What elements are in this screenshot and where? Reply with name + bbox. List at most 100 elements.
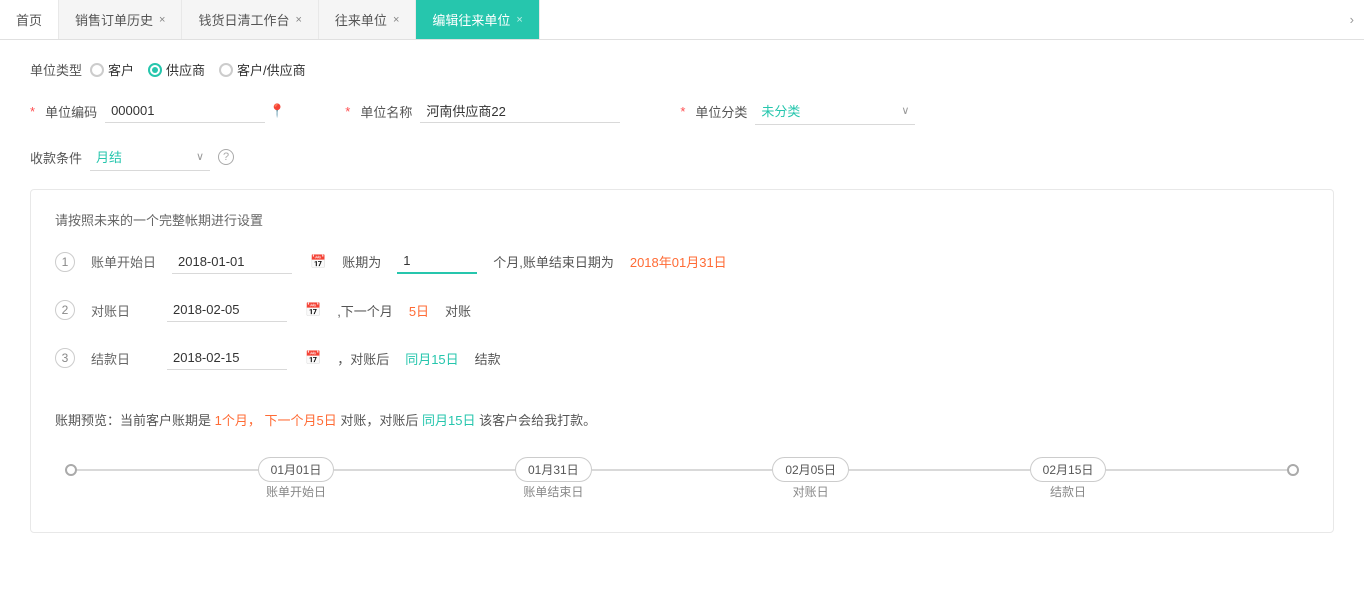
row2-before: ,下一个月 [337, 301, 393, 320]
period-input[interactable] [397, 249, 477, 274]
setting-row-1: 1 账单开始日 📅 账期为 个月,账单结束日期为 2018年01月31日 [55, 249, 1309, 274]
row3-before: ，对账后 [337, 349, 389, 368]
timeline-node-3: 02月05日 对账日 [772, 457, 849, 482]
radio-customer[interactable]: 客户 [90, 60, 134, 79]
tab-cash-workbench-label: 钱货日清工作台 [198, 10, 289, 29]
timeline-label-1: 账单开始日 [266, 483, 326, 500]
preview-label: 账期预览：当前客户账期是 [55, 413, 211, 428]
setting-row-2: 2 对账日 📅 ,下一个月 5日 对账 [55, 298, 1309, 322]
unit-type-group: 单位类型 客户 供应商 客户/供应商 [30, 60, 306, 79]
row2-after: 对账 [445, 301, 471, 320]
tl-line-1 [77, 469, 258, 471]
preview-section: 账期预览：当前客户账期是 1个月， 下一个月5日 对账，对账后 同月15日 该客… [55, 394, 1309, 512]
unit-name-input[interactable] [420, 99, 620, 123]
tab-home[interactable]: 首页 [0, 0, 59, 39]
period-suffix: 个月,账单结束日期为 [493, 252, 614, 271]
tab-sales-history[interactable]: 销售订单历史 × [59, 0, 182, 39]
timeline-label-4: 结款日 [1050, 483, 1086, 500]
unit-category-select[interactable]: 未分类 ∨ [755, 97, 915, 125]
date-input-1[interactable] [172, 250, 292, 274]
row3-after: 结款 [475, 349, 501, 368]
preview-reconcile: 下一个月5日 [265, 413, 337, 428]
tab-cash-workbench[interactable]: 钱货日清工作台 × [182, 0, 318, 39]
setting-label-2: 对账日 [91, 301, 151, 320]
setting-row-3: 3 结款日 📅 ，对账后 同月15日 结款 [55, 346, 1309, 370]
tl-line-4 [849, 469, 1030, 471]
payment-terms-help[interactable]: ? [218, 149, 234, 165]
timeline-dot-start [65, 464, 77, 476]
tab-cash-workbench-close[interactable]: × [295, 14, 301, 26]
tl-line-3 [592, 469, 773, 471]
preview-mid: 对账，对账后 [340, 413, 418, 428]
unit-name-group: * 单位名称 [345, 99, 620, 123]
timeline-label-3: 对账日 [793, 483, 829, 500]
unit-code-input[interactable] [105, 99, 265, 123]
row3-middle: 同月15日 [405, 349, 458, 368]
timeline-dot-end [1287, 464, 1299, 476]
radio-supplier[interactable]: 供应商 [148, 60, 205, 79]
tl-line-5 [1106, 469, 1287, 471]
settings-title: 请按照未来的一个完整帐期进行设置 [55, 210, 1309, 229]
timeline-node-2: 01月31日 账单结束日 [515, 457, 592, 482]
tl-line-2 [334, 469, 515, 471]
period-end-date: 2018年01月31日 [630, 252, 727, 271]
period-label: 账期为 [342, 252, 381, 271]
tab-edit-partner-label: 编辑往来单位 [432, 10, 510, 29]
tab-edit-partner[interactable]: 编辑往来单位 × [416, 0, 539, 39]
unit-category-arrow: ∨ [901, 104, 909, 117]
tab-home-label: 首页 [16, 10, 42, 29]
tab-sales-history-close[interactable]: × [159, 14, 165, 26]
unit-code-star: * [30, 104, 35, 119]
payment-terms-label: 收款条件 [30, 148, 82, 167]
radio-both[interactable]: 客户/供应商 [219, 60, 306, 79]
unit-code-icon[interactable]: 📍 [269, 103, 285, 119]
cal-icon-1[interactable]: 📅 [310, 254, 326, 270]
unit-code-group: * 单位编码 📍 [30, 99, 285, 123]
date-input-3[interactable] [167, 346, 287, 370]
payment-terms-arrow: ∨ [196, 150, 204, 163]
main-content: 单位类型 客户 供应商 客户/供应商 * 单位编码 [0, 40, 1364, 608]
setting-label-3: 结款日 [91, 349, 151, 368]
preview-text: 账期预览：当前客户账期是 1个月， 下一个月5日 对账，对账后 同月15日 该客… [55, 410, 1309, 429]
row2-day: 5日 [409, 301, 429, 320]
timeline-pill-2: 01月31日 [515, 457, 592, 482]
timeline-pill-3: 02月05日 [772, 457, 849, 482]
radio-customer-label: 客户 [108, 60, 134, 79]
timeline-node-1: 01月01日 账单开始日 [258, 457, 335, 482]
radio-circle-customer [90, 63, 104, 77]
unit-name-star: * [345, 104, 350, 119]
unit-category-value: 未分类 [761, 101, 893, 120]
radio-group-unit-type: 客户 供应商 客户/供应商 [90, 60, 306, 79]
tab-edit-partner-close[interactable]: × [516, 14, 522, 26]
tab-scroll-right[interactable]: › [1340, 0, 1364, 39]
date-input-2[interactable] [167, 298, 287, 322]
tab-partner-unit-close[interactable]: × [393, 14, 399, 26]
cal-icon-2[interactable]: 📅 [305, 302, 321, 318]
setting-num-2: 2 [55, 300, 75, 320]
unit-type-row: 单位类型 客户 供应商 客户/供应商 [30, 60, 1334, 79]
timeline-label-2: 账单结束日 [523, 483, 583, 500]
radio-supplier-label: 供应商 [166, 60, 205, 79]
unit-category-group: * 单位分类 未分类 ∨ [680, 97, 915, 125]
unit-category-star: * [680, 104, 685, 119]
radio-circle-supplier [148, 63, 162, 77]
payment-terms-row: 收款条件 月结 ∨ ? [30, 143, 1334, 171]
unit-code-label: 单位编码 [45, 102, 97, 121]
setting-num-3: 3 [55, 348, 75, 368]
unit-type-label: 单位类型 [30, 60, 82, 79]
cal-icon-3[interactable]: 📅 [305, 350, 321, 366]
payment-terms-select[interactable]: 月结 ∨ [90, 143, 210, 171]
tab-sales-history-label: 销售订单历史 [75, 10, 153, 29]
timeline-end-dot [1287, 464, 1299, 476]
timeline-pill-4: 02月15日 [1030, 457, 1107, 482]
radio-both-label: 客户/供应商 [237, 60, 306, 79]
timeline-start-dot [65, 464, 77, 476]
unit-name-label: 单位名称 [360, 102, 412, 121]
tab-partner-unit[interactable]: 往来单位 × [319, 0, 416, 39]
preview-pay-date: 同月15日 [422, 413, 475, 428]
setting-label-1: 账单开始日 [91, 252, 156, 271]
radio-circle-both [219, 63, 233, 77]
payment-terms-group: 收款条件 月结 ∨ ? [30, 143, 234, 171]
timeline-pill-1: 01月01日 [258, 457, 335, 482]
tab-bar: 首页 销售订单历史 × 钱货日清工作台 × 往来单位 × 编辑往来单位 × › [0, 0, 1364, 40]
